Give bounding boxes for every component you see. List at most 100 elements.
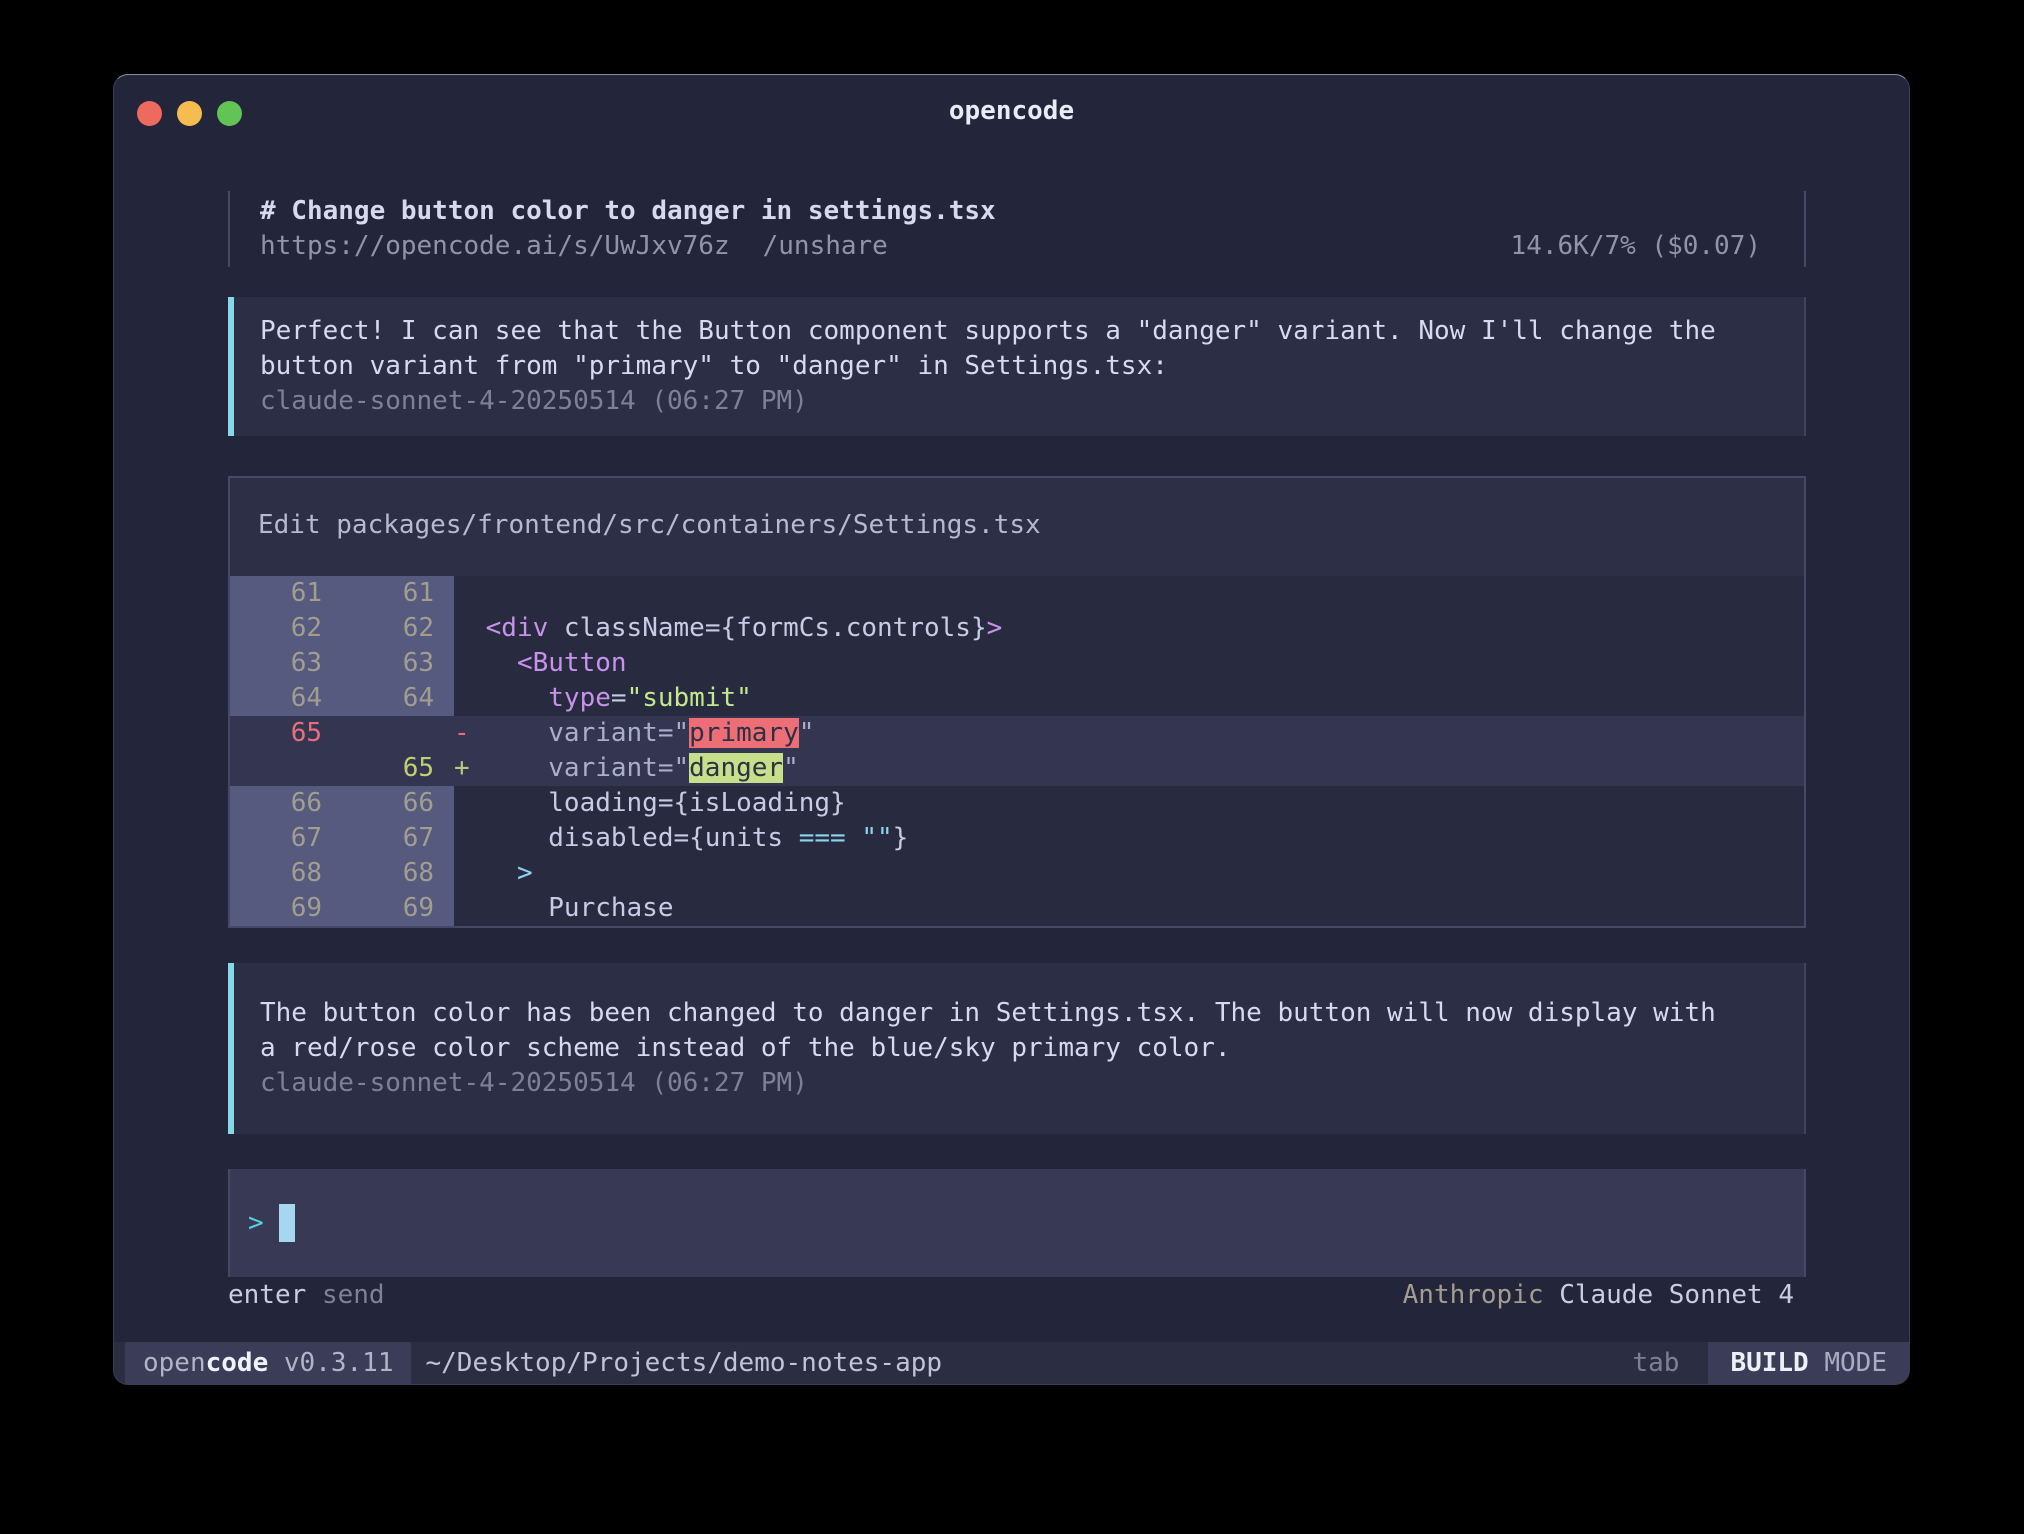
assistant-message: The button color has been changed to dan… (228, 963, 1806, 1134)
new-line-number: 64 (342, 681, 454, 716)
new-line-number (342, 716, 454, 751)
traffic-lights (137, 101, 242, 126)
new-line-number: 69 (342, 891, 454, 926)
diff-row: 6262 <div className={formCs.controls}> (230, 611, 1804, 646)
prompt-chevron: > (248, 1208, 264, 1238)
diff-marker (454, 681, 470, 716)
mode-suffix: MODE (1824, 1348, 1887, 1378)
message-text: Perfect! I can see that the Button compo… (260, 314, 1738, 384)
code-segment: variant (470, 718, 658, 748)
message-text: The button color has been changed to dan… (260, 996, 1738, 1066)
code-segment: "" (861, 823, 892, 853)
code-segment (470, 683, 548, 713)
diff-marker: - (454, 716, 470, 751)
tab-key-hint: tab (1632, 1342, 1679, 1384)
diff-row: 6464 type="submit" (230, 681, 1804, 716)
edit-tool-block: Edit packages/frontend/src/containers/Se… (228, 476, 1806, 928)
old-line-number: 61 (230, 576, 342, 611)
status-bar: opencode v0.3.11 ~/Desktop/Projects/demo… (114, 1342, 1909, 1384)
app-name-bold: code (206, 1348, 269, 1378)
code-line: type="submit" (470, 681, 752, 716)
new-line-number: 66 (342, 786, 454, 821)
app-version: v0.3.11 (284, 1348, 394, 1378)
old-line-number: 68 (230, 856, 342, 891)
prompt-input[interactable]: > (228, 1169, 1806, 1277)
diff-table: 61616262 <div className={formCs.controls… (230, 576, 1804, 926)
diff-row: 6161 (230, 576, 1804, 611)
code-line: <div className={formCs.controls}> (470, 611, 1002, 646)
code-segment: === (799, 823, 846, 853)
new-line-number: 62 (342, 611, 454, 646)
code-segment: danger (689, 753, 783, 783)
window-title: opencode (949, 96, 1074, 126)
code-line: variant="danger" (470, 751, 799, 786)
new-line-number: 63 (342, 646, 454, 681)
old-line-number: 64 (230, 681, 342, 716)
diff-marker: + (454, 751, 470, 786)
code-segment: <Button (517, 648, 627, 678)
code-segment: > (987, 613, 1003, 643)
mode-segment: BUILD MODE (1708, 1342, 1909, 1384)
diff-marker (454, 611, 470, 646)
code-segment: =" (658, 753, 689, 783)
code-segment: " (799, 718, 815, 748)
old-line-number (230, 751, 342, 786)
diff-row: 6969 Purchase (230, 891, 1804, 926)
diff-row: 6868 > (230, 856, 1804, 891)
diff-marker (454, 891, 470, 926)
assistant-message: Perfect! I can see that the Button compo… (228, 297, 1806, 436)
code-segment (470, 648, 517, 678)
diff-row: 6767 disabled={units === ""} (230, 821, 1804, 856)
old-line-number: 66 (230, 786, 342, 821)
app-name-normal: open (143, 1348, 206, 1378)
old-line-number: 63 (230, 646, 342, 681)
code-segment: disabled={units (470, 823, 799, 853)
diff-row: 6666 loading={isLoading} (230, 786, 1804, 821)
code-segment: " (783, 753, 799, 783)
provider-label: Anthropic (1403, 1280, 1544, 1310)
code-segment: } (893, 823, 909, 853)
code-segment: primary (689, 718, 799, 748)
code-segment: loading={isLoading} (470, 788, 846, 818)
message-model-timestamp: claude-sonnet-4-20250514 (06:27 PM) (260, 384, 1764, 419)
model-indicator: Anthropic Claude Sonnet 4 (1403, 1278, 1794, 1313)
code-line: Purchase (470, 891, 674, 926)
code-line: loading={isLoading} (470, 786, 846, 821)
code-segment: =" (658, 718, 689, 748)
code-segment: <div (486, 613, 549, 643)
code-segment: = (705, 613, 721, 643)
new-line-number: 61 (342, 576, 454, 611)
code-line: disabled={units === ""} (470, 821, 908, 856)
enter-key-hint: enter (228, 1280, 306, 1310)
new-line-number: 68 (342, 856, 454, 891)
diff-marker (454, 576, 470, 611)
titlebar: opencode (114, 75, 1909, 147)
context-stats: 14.6K/7% ($0.07) (1511, 229, 1761, 264)
session-title: # Change button color to danger in setti… (230, 194, 1804, 229)
screen: opencode # Change button color to danger… (0, 0, 2024, 1534)
working-directory: ~/Desktop/Projects/demo-notes-app (425, 1342, 942, 1384)
session-links: https://opencode.ai/s/UwJxv76z/unshare (260, 229, 888, 264)
close-button[interactable] (137, 101, 162, 126)
code-segment: type (548, 683, 611, 713)
code-line: variant="primary" (470, 716, 814, 751)
mode-name: BUILD (1730, 1348, 1808, 1378)
diff-row: 6363 <Button (230, 646, 1804, 681)
diff-marker (454, 821, 470, 856)
content-column: # Change button color to danger in setti… (114, 191, 1909, 1313)
text-cursor (279, 1204, 295, 1242)
old-line-number: 69 (230, 891, 342, 926)
new-line-number: 67 (342, 821, 454, 856)
code-segment (470, 858, 517, 888)
minimize-button[interactable] (177, 101, 202, 126)
zoom-button[interactable] (217, 101, 242, 126)
message-model-timestamp: claude-sonnet-4-20250514 (06:27 PM) (260, 1066, 1764, 1101)
diff-marker (454, 786, 470, 821)
diff-row: 65+ variant="danger" (230, 751, 1804, 786)
old-line-number: 62 (230, 611, 342, 646)
code-segment: = (611, 683, 627, 713)
code-segment: variant (470, 753, 658, 783)
share-url[interactable]: https://opencode.ai/s/UwJxv76z (260, 231, 730, 261)
code-segment: className (548, 613, 705, 643)
unshare-action[interactable]: /unshare (763, 231, 888, 261)
